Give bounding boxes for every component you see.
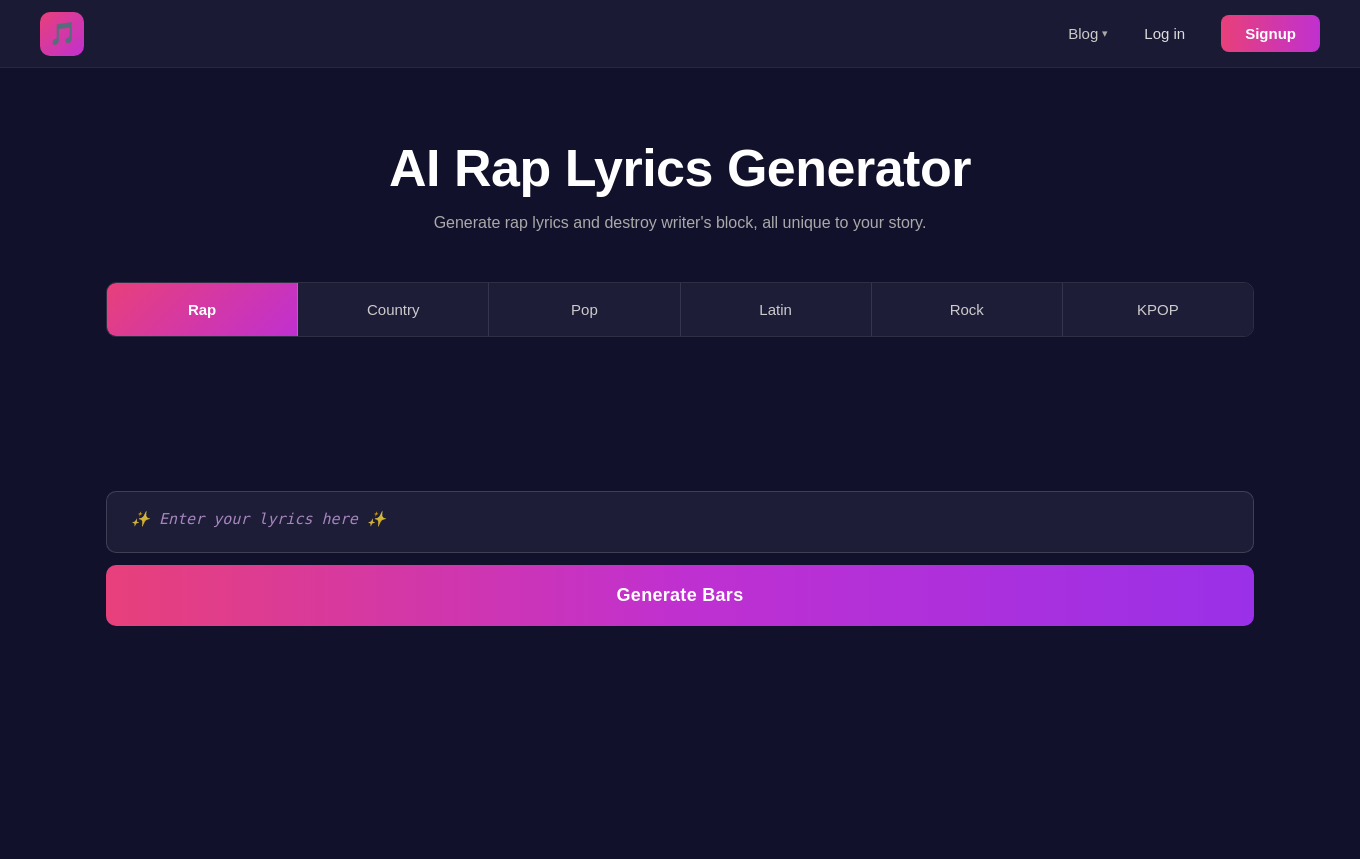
logo[interactable]: 🎵 bbox=[40, 12, 84, 56]
signup-button[interactable]: Signup bbox=[1221, 15, 1320, 52]
main-content: AI Rap Lyrics Generator Generate rap lyr… bbox=[0, 68, 1360, 626]
genre-tab-rock[interactable]: Rock bbox=[872, 283, 1063, 336]
genre-tab-latin[interactable]: Latin bbox=[681, 283, 872, 336]
generate-bars-button[interactable]: Generate Bars bbox=[106, 565, 1254, 626]
genre-tab-country[interactable]: Country bbox=[298, 283, 489, 336]
hero-subtitle: Generate rap lyrics and destroy writer's… bbox=[434, 214, 927, 232]
content-area bbox=[106, 337, 1254, 487]
logo-icon: 🎵 bbox=[40, 12, 84, 56]
blog-label: Blog bbox=[1068, 25, 1098, 42]
navbar: 🎵 Blog ▾ Log in Signup bbox=[0, 0, 1360, 68]
genre-tabs: RapCountryPopLatinRockKPOP bbox=[106, 282, 1254, 337]
genre-tab-rap[interactable]: Rap bbox=[107, 283, 298, 336]
page-title: AI Rap Lyrics Generator bbox=[389, 138, 971, 198]
login-button[interactable]: Log in bbox=[1128, 17, 1201, 50]
nav-right: Blog ▾ Log in Signup bbox=[1068, 15, 1320, 52]
genre-tab-pop[interactable]: Pop bbox=[489, 283, 680, 336]
lyrics-input[interactable] bbox=[107, 492, 1253, 548]
genre-tab-kpop[interactable]: KPOP bbox=[1063, 283, 1253, 336]
lyrics-input-wrapper bbox=[106, 491, 1254, 553]
blog-menu[interactable]: Blog ▾ bbox=[1068, 25, 1108, 42]
chevron-down-icon: ▾ bbox=[1102, 27, 1108, 40]
